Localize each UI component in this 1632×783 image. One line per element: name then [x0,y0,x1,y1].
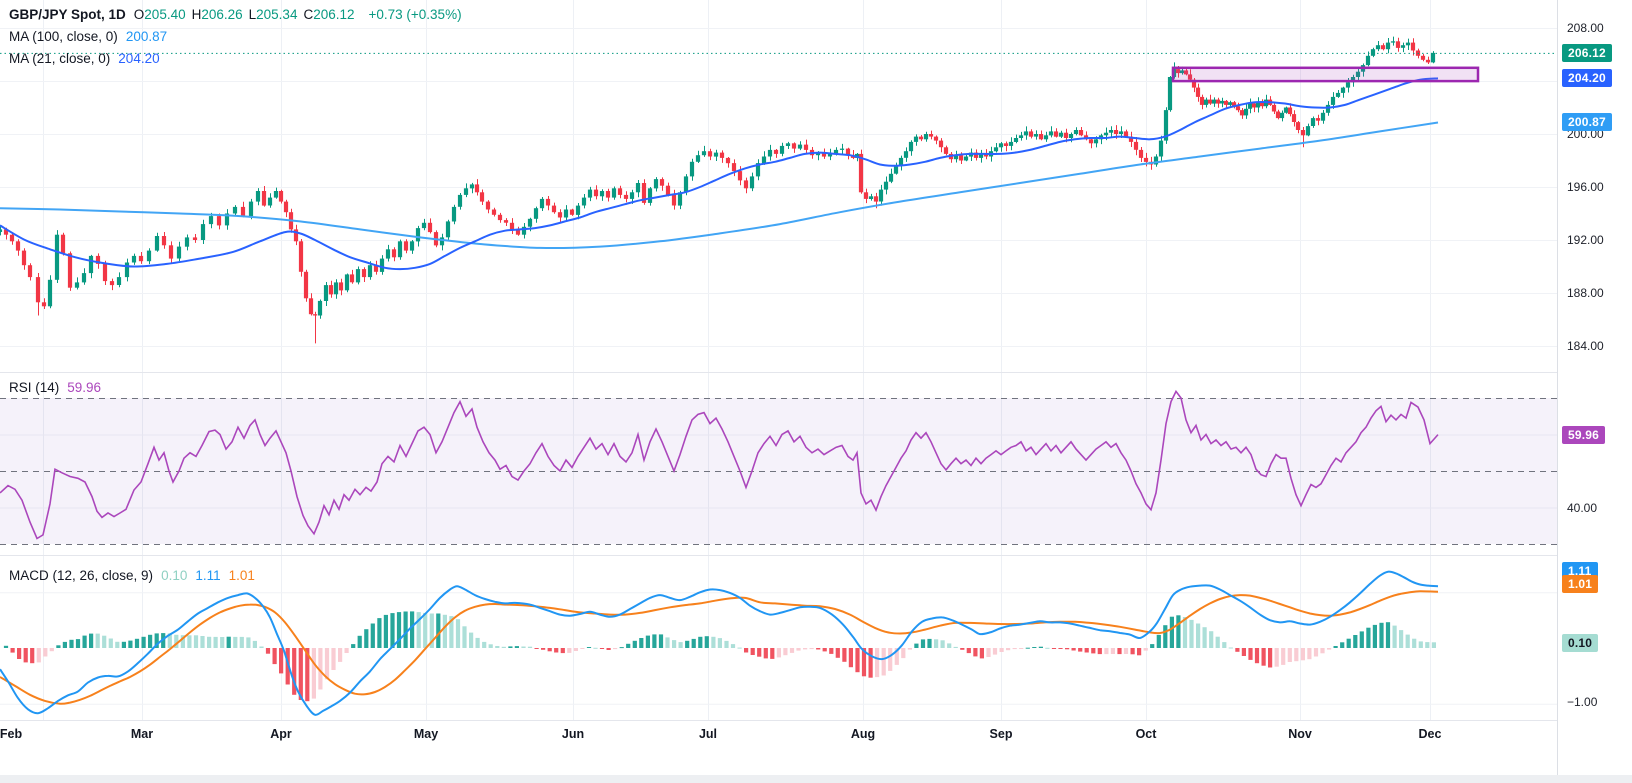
macd-line-value: 1.11 [195,568,221,583]
ohlc-c: C206.12 [303,7,355,22]
rsi-value: 59.96 [67,380,102,395]
symbol-row[interactable]: GBP/JPY Spot, 1D O205.40 H206.26 L205.34 C2… [9,5,462,24]
axis-price-badge: 200.87 [1562,113,1612,131]
ohlc-h: H206.26 [191,7,243,22]
ohlc-values: O205.40 H206.26 L205.34 C206.12 [134,5,361,24]
trading-chart-app: GBP/JPY Spot, 1D O205.40 H206.26 L205.34 C2… [0,0,1632,783]
time-axis-label: Apr [270,727,292,741]
axis-tick-label: 40.00 [1567,501,1598,515]
time-axis-label: Nov [1288,727,1312,741]
macd-label: MACD (12, 26, close, 9) [9,568,154,583]
price-pane-legend: GBP/JPY Spot, 1D O205.40 H206.26 L205.34 C2… [9,5,462,68]
time-axis-label: Aug [850,727,876,741]
change-value: +0.73 (+0.35%) [368,7,462,22]
time-axis-label: Jun [561,727,585,741]
macd-hist-value: 0.10 [161,568,188,583]
axis-tick-label: 192.00 [1567,233,1604,247]
axis-tick-label: 188.00 [1567,286,1604,300]
ohlc-o: O205.40 [133,7,186,22]
price-scale[interactable]: 208.00 200.00 196.00 192.00 188.00 184.00 40.0… [1557,0,1632,783]
candlestick-series [0,36,1436,344]
ma100-row[interactable]: MA (100, close, 0) 200.87 [9,27,462,46]
highlight-box[interactable] [1171,66,1480,83]
rsi-label: RSI (14) [9,380,60,395]
ma21-value: 204.20 [118,51,160,66]
ma100-label: MA (100, close, 0) [9,29,118,44]
ma100-value: 200.87 [125,29,168,44]
axis-price-badge: 59.96 [1562,426,1606,444]
rsi-row[interactable]: RSI (14) 59.96 [9,378,101,397]
axis-price-badge: 1.01 [1562,575,1599,593]
time-axis-label: Sep [989,727,1013,741]
symbol-title: GBP/JPY Spot, 1D [9,7,126,22]
axis-tick-label: 208.00 [1567,21,1604,35]
time-axis-label: Feb [0,727,23,741]
time-axis-label: Oct [1135,727,1157,741]
time-scale[interactable]: Feb Mar Apr May Jun Jul Aug Sep Oct Nov Dec [0,721,1632,775]
ma100-line [0,121,1439,250]
time-axis-label: Jul [698,727,718,741]
chart-canvas[interactable] [0,0,1632,783]
ohlc-l: L205.34 [248,7,298,22]
time-axis-label: Mar [130,727,154,741]
axis-tick-label: 196.00 [1567,180,1604,194]
macd-signal-value: 1.01 [228,568,255,583]
axis-price-badge: 0.10 [1562,634,1599,652]
macd-pane-legend: MACD (12, 26, close, 9) 0.10 1.11 1.01 [9,566,255,585]
macd-row[interactable]: MACD (12, 26, close, 9) 0.10 1.11 1.01 [9,566,255,585]
ma21-label: MA (21, close, 0) [9,51,111,66]
ma21-row[interactable]: MA (21, close, 0) 204.20 [9,49,462,68]
rsi-pane-legend: RSI (14) 59.96 [9,378,101,397]
axis-tick-label: 184.00 [1567,339,1604,353]
axis-price-badge: 206.12 [1562,44,1612,62]
bottom-strip [0,775,1632,783]
time-axis-label: Dec [1418,727,1442,741]
axis-tick-label: −1.00 [1567,695,1598,709]
axis-price-badge: 204.20 [1562,69,1612,87]
macd-histogram [3,611,1436,702]
time-axis-label: May [413,727,439,741]
